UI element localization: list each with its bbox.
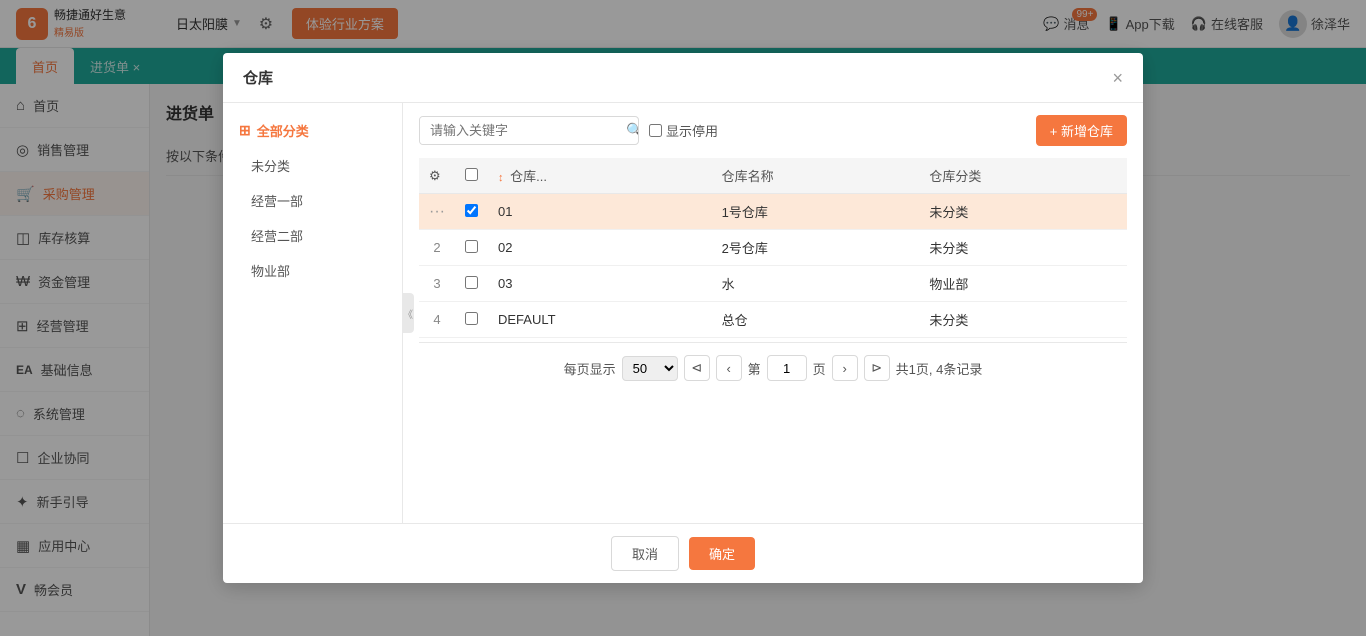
row-checkbox-cell (455, 266, 488, 302)
modal-header: 仓库 × (223, 53, 1143, 103)
category-panel: 《 ⊞ 全部分类 未分类 经营一部 经营二部 物业部 (223, 103, 403, 523)
row-category: 未分类 (919, 194, 1127, 230)
th-code: ↕ 仓库... (488, 158, 712, 194)
last-page-button[interactable]: ⊳ (864, 355, 890, 381)
modal-footer: 取消 确定 (223, 523, 1143, 583)
first-page-button[interactable]: ⊲ (684, 355, 710, 381)
pagination-bar: 每页显示 50 10 20 100 ⊲ ‹ 第 页 › ⊳ 共1页, 4条记录 (419, 342, 1127, 393)
row-checkbox-cell (455, 230, 488, 266)
sort-icon: ↕ (498, 172, 504, 184)
warehouse-modal: 仓库 × 《 ⊞ 全部分类 未分类 经营一部 经营二部 物业部 🔍 (223, 53, 1143, 583)
table-header: ⚙ ↕ 仓库... 仓库名称 仓库分类 (419, 158, 1127, 194)
row-category: 未分类 (919, 230, 1127, 266)
row-code: 01 (488, 194, 712, 230)
warehouse-table: ⚙ ↕ 仓库... 仓库名称 仓库分类 ··· (419, 158, 1127, 338)
row-code: 02 (488, 230, 712, 266)
th-name: 仓库名称 (712, 158, 920, 194)
row-name: 2号仓库 (712, 230, 920, 266)
per-page-label: 每页显示 (564, 359, 616, 378)
table-toolbar: 🔍 显示停用 + 新增仓库 (419, 115, 1127, 146)
table-body: ··· 01 1号仓库 未分类 2 02 2号仓库 未分类 3 (419, 194, 1127, 338)
show-disabled-label: 显示停用 (666, 121, 718, 140)
page-unit: 页 (813, 359, 826, 378)
row-checkbox[interactable] (465, 276, 478, 289)
grid-icon: ⊞ (239, 122, 251, 139)
page-label: 第 (748, 359, 761, 378)
row-more-icon[interactable]: ··· (429, 203, 445, 220)
row-code: 03 (488, 266, 712, 302)
settings-icon[interactable]: ⚙ (429, 168, 441, 183)
row-category: 物业部 (919, 266, 1127, 302)
row-actions-cell: 3 (419, 266, 455, 302)
panel-toggle-button[interactable]: 《 (402, 293, 414, 333)
th-category: 仓库分类 (919, 158, 1127, 194)
page-number-input[interactable] (767, 355, 807, 381)
row-checkbox-cell (455, 194, 488, 230)
row-code: DEFAULT (488, 302, 712, 338)
add-warehouse-button[interactable]: + 新增仓库 (1036, 115, 1127, 146)
row-name: 1号仓库 (712, 194, 920, 230)
per-page-select[interactable]: 50 10 20 100 (622, 356, 678, 381)
all-categories[interactable]: ⊞ 全部分类 (223, 113, 402, 148)
row-checkbox[interactable] (465, 240, 478, 253)
table-row[interactable]: 2 02 2号仓库 未分类 (419, 230, 1127, 266)
confirm-button[interactable]: 确定 (689, 537, 755, 570)
table-row[interactable]: ··· 01 1号仓库 未分类 (419, 194, 1127, 230)
row-name: 水 (712, 266, 920, 302)
row-actions-cell: ··· (419, 194, 455, 230)
table-row[interactable]: 3 03 水 物业部 (419, 266, 1127, 302)
th-checkbox (455, 158, 488, 194)
category-item-ops1[interactable]: 经营一部 (223, 183, 402, 218)
row-checkbox[interactable] (465, 204, 478, 217)
row-name: 总仓 (712, 302, 920, 338)
next-page-button[interactable]: › (832, 355, 858, 381)
table-row[interactable]: 4 DEFAULT 总仓 未分类 (419, 302, 1127, 338)
all-categories-label: 全部分类 (257, 121, 309, 140)
category-item-unclassified[interactable]: 未分类 (223, 148, 402, 183)
th-gear: ⚙ (419, 158, 455, 194)
modal-close-button[interactable]: × (1112, 69, 1123, 87)
modal-title: 仓库 (243, 67, 273, 88)
warehouse-list-panel: 🔍 显示停用 + 新增仓库 ⚙ ↕ 仓库... (403, 103, 1143, 523)
show-disabled-wrap: 显示停用 (649, 121, 718, 140)
search-input-wrap: 🔍 (419, 116, 639, 145)
modal-body: 《 ⊞ 全部分类 未分类 经营一部 经营二部 物业部 🔍 显示停用 + (223, 103, 1143, 523)
category-item-property[interactable]: 物业部 (223, 253, 402, 288)
search-icon[interactable]: 🔍 (616, 122, 639, 139)
row-category: 未分类 (919, 302, 1127, 338)
cancel-button[interactable]: 取消 (611, 536, 679, 571)
category-item-ops2[interactable]: 经营二部 (223, 218, 402, 253)
row-actions-cell: 2 (419, 230, 455, 266)
row-checkbox[interactable] (465, 312, 478, 325)
row-actions-cell: 4 (419, 302, 455, 338)
search-input[interactable] (420, 117, 616, 144)
prev-page-button[interactable]: ‹ (716, 355, 742, 381)
pagination-summary: 共1页, 4条记录 (896, 359, 983, 378)
show-disabled-checkbox[interactable] (649, 124, 662, 137)
row-checkbox-cell (455, 302, 488, 338)
select-all-checkbox[interactable] (465, 168, 478, 181)
